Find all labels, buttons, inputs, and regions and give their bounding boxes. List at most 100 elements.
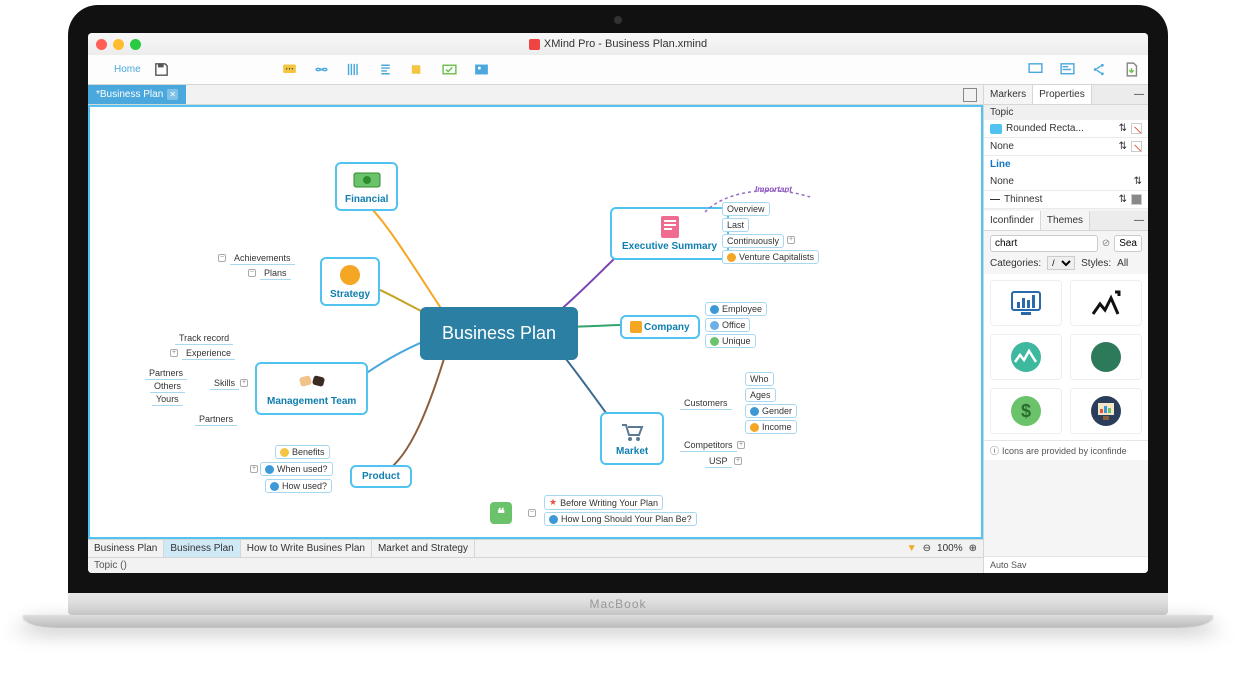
mindmap-canvas[interactable]: Business Plan Financial Strategy Achieve… [90,107,981,537]
expand-icon[interactable]: + [734,457,742,465]
document-tab[interactable]: *Business Plan ✕ [88,85,186,104]
export-button[interactable] [1120,59,1142,81]
expand-icon[interactable]: + [240,379,248,387]
root-topic[interactable]: Business Plan [420,307,578,360]
presentation-button[interactable] [1024,59,1046,81]
subtopic[interactable]: When used? [260,462,333,476]
subtopic[interactable]: Unique [705,334,756,348]
save-button[interactable] [151,59,173,81]
boundary-button[interactable] [343,59,365,81]
icon-result[interactable] [1070,280,1142,326]
gantt-button[interactable] [1056,59,1078,81]
task-button[interactable] [439,59,461,81]
sheet-tab[interactable]: Market and Strategy [372,540,475,557]
subtopic[interactable]: Experience [182,347,235,360]
subtopic[interactable]: Gender [745,404,797,418]
line-style-selector[interactable]: None⇅ [984,173,1148,191]
subtopic[interactable]: Who [745,372,774,386]
zoom-level[interactable]: 100% [937,543,963,554]
icon-result[interactable] [1070,334,1142,380]
subtopic[interactable]: Employee [705,302,767,316]
floating-topic[interactable]: ★Before Writing Your Plan [544,495,663,510]
topic-company[interactable]: Company [620,315,700,339]
sheet-tab[interactable]: Business Plan [88,540,164,557]
subtopic[interactable]: Achievements [230,252,295,265]
home-button[interactable]: Home [94,59,141,81]
shape-selector[interactable]: Rounded Recta...⇅ [984,120,1148,138]
share-button[interactable] [1088,59,1110,81]
icon-result[interactable] [990,334,1062,380]
sheet-tab[interactable]: How to Write Busines Plan [241,540,372,557]
subtopic[interactable]: Competitors [680,439,737,452]
topic-market[interactable]: Market [600,412,664,465]
tab-iconfinder[interactable]: Iconfinder [984,211,1041,230]
topic-product[interactable]: Product [350,465,412,488]
subtopic[interactable]: Last [722,218,749,232]
color-swatch-icon[interactable] [1131,194,1142,205]
collapse-icon[interactable]: − [218,254,226,262]
subtopic[interactable]: Ages [745,388,776,402]
topic-management-team[interactable]: Management Team [255,362,368,415]
subtopic[interactable]: How used? [265,479,332,493]
note-button[interactable] [279,59,301,81]
collapse-icon[interactable]: − [248,269,256,277]
subtopic[interactable]: Office [705,318,750,332]
category-select[interactable]: / [1047,256,1075,270]
callout-important[interactable]: Important [755,185,792,194]
subtopic[interactable]: Benefits [275,445,330,459]
subtopic[interactable]: Yours [152,393,183,406]
quote-icon[interactable]: ❝ [490,502,512,524]
subtopic[interactable]: Partners [195,413,237,426]
image-button[interactable] [471,59,493,81]
filter-icon[interactable]: ▼ [907,543,917,554]
subtopic[interactable]: USP [705,455,732,468]
subtopic[interactable]: Income [745,420,797,434]
window-titlebar[interactable]: XMind Pro - Business Plan.xmind [88,33,1148,55]
expand-icon[interactable]: + [170,349,178,357]
icon-search-input[interactable] [990,235,1098,252]
topic-strategy[interactable]: Strategy [320,257,380,306]
expand-icon[interactable]: + [737,441,745,449]
topic-financial[interactable]: Financial [335,162,398,211]
subtopic[interactable]: Customers [680,397,732,410]
tab-markers[interactable]: Markers [984,85,1033,104]
restore-icon[interactable] [963,88,977,102]
search-button[interactable]: Sea [1114,235,1142,252]
clear-search-icon[interactable]: ⊘ [1102,238,1110,249]
minimize-panel-icon[interactable]: — [1130,211,1148,230]
floating-topic[interactable]: How Long Should Your Plan Be? [544,512,697,526]
sheet-tab[interactable]: Business Plan [164,540,240,557]
relationship-button[interactable] [311,59,333,81]
tab-themes[interactable]: Themes [1041,211,1090,230]
topic-executive-summary[interactable]: Executive Summary [610,207,729,260]
minimize-panel-icon[interactable]: — [1130,85,1148,104]
subtopic[interactable]: Plans [260,267,291,280]
subtopic[interactable]: Track record [175,332,233,345]
subtopic[interactable]: Others [150,380,185,393]
undo-button[interactable] [183,59,205,81]
open-folder-button[interactable] [247,59,269,81]
idea-button[interactable] [992,59,1014,81]
summary-button[interactable] [375,59,397,81]
expand-icon[interactable]: + [250,465,258,473]
icon-result[interactable] [990,280,1062,326]
icon-result[interactable]: $ [990,388,1062,434]
line-weight-selector[interactable]: Thinnest⇅ [984,191,1148,209]
subtopic[interactable]: Overview [722,202,770,216]
redo-button[interactable] [215,59,237,81]
subtopic[interactable]: Skills [210,377,239,390]
insert-topic-button[interactable] [407,59,429,81]
zoom-out-icon[interactable]: ⊖ [923,543,931,554]
expand-icon[interactable]: + [787,236,795,244]
icon-result[interactable] [1070,388,1142,434]
subtopic[interactable]: Venture Capitalists [722,250,819,264]
tab-properties[interactable]: Properties [1033,85,1092,104]
no-fill-icon[interactable] [1131,141,1142,152]
border-selector[interactable]: None⇅ [984,138,1148,156]
subtopic[interactable]: Continuously [722,234,784,248]
zoom-in-icon[interactable]: ⊕ [969,543,977,554]
subtopic[interactable]: Partners [145,367,187,380]
no-fill-icon[interactable] [1131,123,1142,134]
close-tab-icon[interactable]: ✕ [167,89,178,100]
expand-icon[interactable]: − [528,509,536,517]
